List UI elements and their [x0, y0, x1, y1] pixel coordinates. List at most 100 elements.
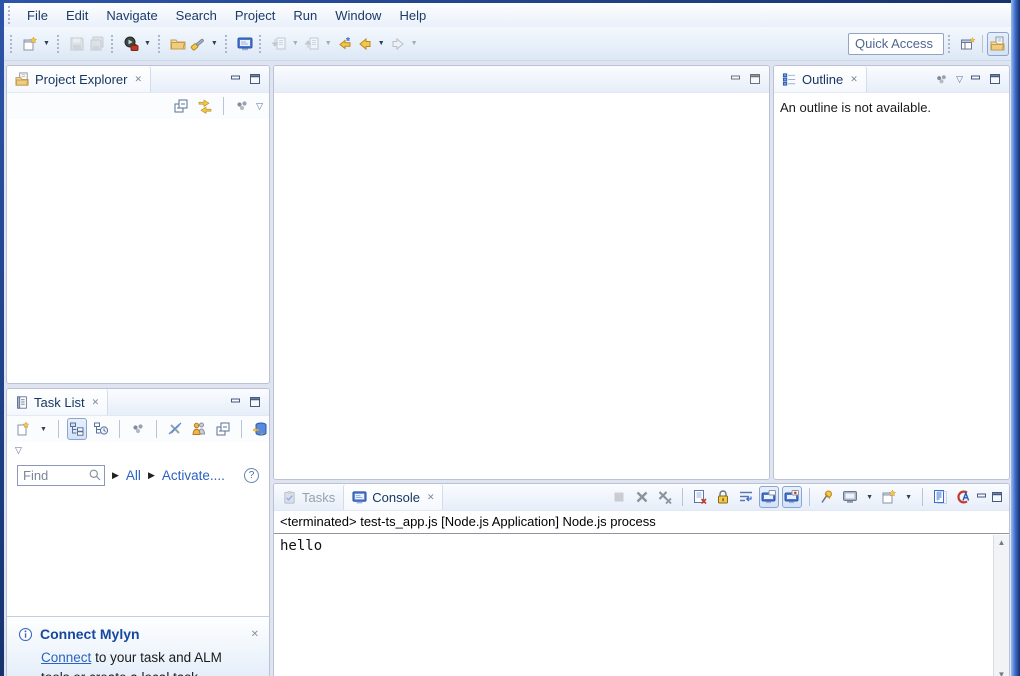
- menu-item-project[interactable]: Project: [226, 3, 284, 27]
- run-external-tools-button[interactable]: [121, 32, 141, 56]
- collapse-all-button[interactable]: [171, 95, 191, 117]
- task-view-menu-button[interactable]: [128, 418, 148, 440]
- next-annotation-dropdown[interactable]: ▼: [289, 40, 302, 47]
- scroll-up-icon[interactable]: ▲: [998, 538, 1006, 547]
- tab-outline[interactable]: Outline ✕: [774, 66, 867, 92]
- synchronize-button[interactable]: [250, 418, 270, 440]
- maximize-icon[interactable]: [249, 73, 261, 85]
- close-icon[interactable]: ✕: [848, 74, 858, 85]
- expand-arrow-icon[interactable]: ▶: [148, 470, 155, 481]
- minimize-icon[interactable]: [970, 73, 982, 85]
- tab-task-list[interactable]: Task List ✕: [7, 389, 108, 415]
- open-new-console-button[interactable]: [879, 486, 899, 508]
- maximize-icon[interactable]: [749, 73, 761, 85]
- previous-annotation-button[interactable]: [302, 32, 322, 56]
- menu-item-navigate[interactable]: Navigate: [97, 3, 166, 27]
- show-stderr-console-button[interactable]: [782, 486, 802, 508]
- filter-all-link[interactable]: All: [126, 468, 141, 483]
- toolbar-grip[interactable]: [259, 35, 264, 53]
- minimize-icon[interactable]: [976, 491, 988, 503]
- search-dropdown[interactable]: ▼: [208, 40, 221, 47]
- next-annotation-button[interactable]: [269, 32, 289, 56]
- remove-all-launches-button[interactable]: [655, 486, 675, 508]
- new-task-dropdown[interactable]: ▼: [37, 426, 50, 433]
- ansi-console-button[interactable]: [953, 486, 973, 508]
- scheduled-view-button[interactable]: [91, 418, 111, 440]
- menu-grip[interactable]: [8, 6, 13, 24]
- terminate-button[interactable]: [609, 486, 629, 508]
- word-wrap-button[interactable]: [736, 486, 756, 508]
- new-wizard-button[interactable]: [20, 32, 40, 56]
- focus-workweek-button[interactable]: [189, 418, 209, 440]
- forward-dropdown[interactable]: ▼: [408, 40, 421, 47]
- minimize-icon[interactable]: [230, 73, 242, 85]
- tab-tasks[interactable]: Tasks: [274, 484, 343, 510]
- toolbar-grip[interactable]: [57, 35, 62, 53]
- console-output-area[interactable]: hello ▲ ▼: [274, 535, 1009, 676]
- tab-console[interactable]: Console ✕: [343, 484, 443, 510]
- menu-item-help[interactable]: Help: [390, 3, 435, 27]
- task-list-content[interactable]: [7, 492, 269, 592]
- format-button[interactable]: [930, 486, 950, 508]
- forward-button[interactable]: [388, 32, 408, 56]
- display-console-button[interactable]: [840, 486, 860, 508]
- toolbar-grip[interactable]: [948, 35, 953, 53]
- clear-console-button[interactable]: [690, 486, 710, 508]
- close-icon[interactable]: ✕: [425, 492, 435, 503]
- focus-task-button[interactable]: [232, 95, 252, 117]
- dots-icon[interactable]: [934, 72, 949, 87]
- expand-arrow-icon[interactable]: ▶: [112, 470, 119, 481]
- activate-task-link[interactable]: Activate....: [162, 468, 225, 483]
- previous-annotation-dropdown[interactable]: ▼: [322, 40, 335, 47]
- view-menu-chevron-icon[interactable]: ▽: [256, 102, 263, 111]
- close-icon[interactable]: ✕: [251, 629, 259, 640]
- menu-item-edit[interactable]: Edit: [57, 3, 97, 27]
- tab-project-explorer[interactable]: Project Explorer ✕: [7, 66, 151, 92]
- remove-launch-button[interactable]: [632, 486, 652, 508]
- maximize-icon[interactable]: [991, 491, 1003, 503]
- help-icon[interactable]: ?: [244, 468, 259, 483]
- toolbar-grip[interactable]: [111, 35, 116, 53]
- toolbar-grip[interactable]: [158, 35, 163, 53]
- save-button[interactable]: [67, 32, 87, 56]
- project-explorer-tree[interactable]: [7, 119, 269, 379]
- hide-completed-button[interactable]: [165, 418, 185, 440]
- scroll-lock-button[interactable]: [713, 486, 733, 508]
- open-perspective-button[interactable]: [958, 32, 978, 56]
- save-all-button[interactable]: [87, 32, 107, 56]
- menu-item-file[interactable]: File: [18, 3, 57, 27]
- minimize-icon[interactable]: [730, 73, 742, 85]
- pin-console-button[interactable]: [817, 486, 837, 508]
- menu-item-search[interactable]: Search: [167, 3, 226, 27]
- maximize-icon[interactable]: [989, 73, 1001, 85]
- scroll-down-icon[interactable]: ▼: [998, 670, 1006, 676]
- categorized-view-button[interactable]: [67, 418, 87, 440]
- display-console-dropdown[interactable]: ▼: [863, 494, 876, 501]
- back-button[interactable]: [355, 32, 375, 56]
- link-with-editor-button[interactable]: [195, 95, 215, 117]
- search-button[interactable]: [188, 32, 208, 56]
- quick-access-input[interactable]: [848, 33, 944, 55]
- console-scrollbar[interactable]: ▲ ▼: [993, 535, 1009, 676]
- last-edit-location-button[interactable]: [335, 32, 355, 56]
- toolbar-grip[interactable]: [225, 35, 230, 53]
- minimize-icon[interactable]: [230, 396, 242, 408]
- maximize-icon[interactable]: [249, 396, 261, 408]
- back-dropdown[interactable]: ▼: [375, 40, 388, 47]
- close-icon[interactable]: ✕: [90, 397, 100, 408]
- new-task-button[interactable]: [13, 418, 33, 440]
- open-console-button[interactable]: [235, 32, 255, 56]
- view-menu-chevron-icon[interactable]: ▽: [956, 75, 963, 84]
- open-folder-button[interactable]: [168, 32, 188, 56]
- collapse-all-button[interactable]: [213, 418, 233, 440]
- toolbar-grip[interactable]: [10, 35, 15, 53]
- editor-area-content[interactable]: [274, 93, 769, 480]
- menu-item-window[interactable]: Window: [326, 3, 390, 27]
- run-external-tools-dropdown[interactable]: ▼: [141, 40, 154, 47]
- mylyn-connect-link[interactable]: Connect: [41, 650, 91, 665]
- open-new-console-dropdown[interactable]: ▼: [902, 494, 915, 501]
- show-stdout-console-button[interactable]: [759, 486, 779, 508]
- resource-perspective-button[interactable]: [987, 32, 1009, 56]
- toolbar-overflow-chevron-icon[interactable]: ▽: [15, 446, 22, 455]
- menu-item-run[interactable]: Run: [284, 3, 326, 27]
